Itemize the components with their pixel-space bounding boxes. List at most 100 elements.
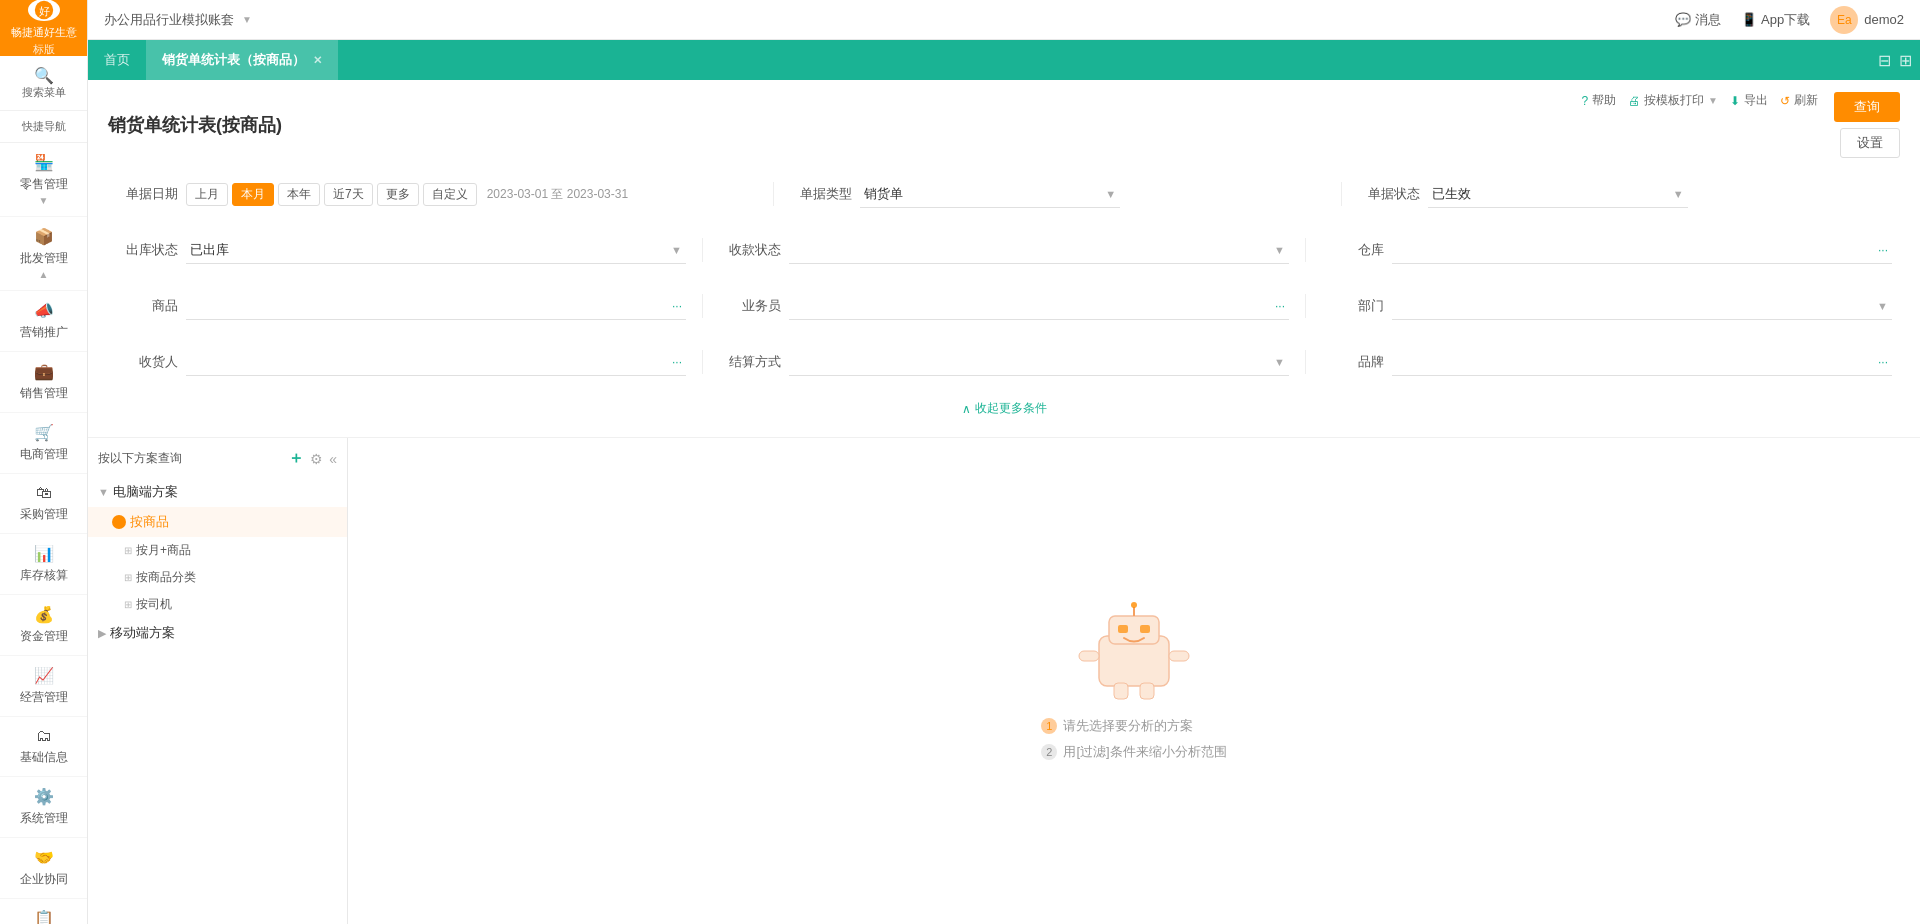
filter-clerk: 业务员 ··· bbox=[711, 286, 1297, 326]
left-panel: 按以下方案查询 ＋ ⚙ « ▼ 电脑端方案 按商品 bbox=[88, 438, 348, 924]
date-btn-last-month[interactable]: 上月 bbox=[186, 183, 228, 206]
refresh-link[interactable]: ↺ 刷新 bbox=[1780, 92, 1818, 109]
sidebar-item-sales[interactable]: 💼 销售管理 bbox=[0, 352, 87, 413]
refresh-label: 刷新 bbox=[1794, 92, 1818, 109]
collect-status-value-wrapper[interactable]: ▼ bbox=[789, 236, 1289, 264]
date-btn-custom[interactable]: 自定义 bbox=[423, 183, 477, 206]
collapse-btn[interactable]: ∧ 收起更多条件 bbox=[962, 394, 1047, 423]
sidebar-item-guide[interactable]: 📋 新手引导 bbox=[0, 899, 87, 924]
top-header-right: 💬 消息 📱 App下载 Ea demo2 bbox=[1675, 6, 1904, 34]
tree-subitem-month-goods-label: 按月+商品 bbox=[136, 542, 191, 559]
sidebar-search[interactable]: 🔍 搜索菜单 bbox=[0, 56, 87, 111]
tree-subitem-goods-category-label: 按商品分类 bbox=[136, 569, 196, 586]
message-label: 消息 bbox=[1695, 11, 1721, 29]
export-link[interactable]: ⬇ 导出 bbox=[1730, 92, 1768, 109]
collect-chevron: ▼ bbox=[1274, 244, 1285, 256]
workspace-name: 办公用品行业模拟账套 bbox=[104, 11, 234, 29]
svg-point-11 bbox=[1131, 602, 1137, 608]
filter-divider-4 bbox=[1305, 238, 1306, 262]
query-button[interactable]: 查询 bbox=[1834, 92, 1900, 122]
tip-num-2: 2 bbox=[1041, 744, 1057, 760]
status-label: 单据状态 bbox=[1358, 185, 1428, 203]
clerk-more-icon[interactable]: ··· bbox=[1275, 299, 1285, 313]
left-panel-add-btn[interactable]: ＋ bbox=[288, 448, 304, 469]
settle-value-wrapper[interactable]: ▼ bbox=[789, 348, 1289, 376]
left-panel-settings-btn[interactable]: ⚙ bbox=[310, 451, 323, 467]
tab-close-btn[interactable]: ✕ bbox=[313, 54, 322, 67]
tree-mobile-header[interactable]: ▶ 移动端方案 bbox=[88, 618, 347, 648]
sidebar-item-finance[interactable]: 💰 资金管理 bbox=[0, 595, 87, 656]
svg-text:好: 好 bbox=[38, 5, 49, 17]
goods-more-icon[interactable]: ··· bbox=[672, 299, 682, 313]
type-value-wrapper[interactable]: 销货单 ▼ bbox=[860, 180, 1120, 208]
filter-divider-8 bbox=[1305, 350, 1306, 374]
app-logo: 好 畅捷通好生意 标版 bbox=[0, 0, 88, 56]
brand-value-wrapper[interactable]: ··· bbox=[1392, 348, 1892, 376]
empty-tip-2: 2 用[过滤]条件来缩小分析范围 bbox=[1041, 743, 1226, 761]
settings-button[interactable]: 设置 bbox=[1840, 128, 1900, 158]
filter-row-3: 商品 ··· 业务员 ··· 部门 bbox=[108, 278, 1900, 334]
out-status-label: 出库状态 bbox=[116, 241, 186, 259]
app-title: 畅捷通好生意 bbox=[11, 25, 77, 40]
sidebar-item-retail[interactable]: 🏪 零售管理 ▼ bbox=[0, 143, 87, 217]
dept-value-wrapper[interactable]: ▼ bbox=[1392, 292, 1892, 320]
sidebar-label-operation: 经营管理 bbox=[20, 689, 68, 706]
sidebar-label-basic: 基础信息 bbox=[20, 749, 68, 766]
sidebar-item-purchase[interactable]: 🛍 采购管理 bbox=[0, 474, 87, 534]
sidebar-item-operation[interactable]: 📈 经营管理 bbox=[0, 656, 87, 717]
app-download-label: App下载 bbox=[1761, 11, 1810, 29]
system-icon: ⚙️ bbox=[34, 787, 54, 806]
date-btn-more[interactable]: 更多 bbox=[377, 183, 419, 206]
message-btn[interactable]: 💬 消息 bbox=[1675, 11, 1721, 29]
tree-item-by-goods[interactable]: 按商品 bbox=[88, 507, 347, 537]
tab-stats[interactable]: 销货单统计表（按商品） ✕ bbox=[146, 40, 338, 80]
brand-more-icon[interactable]: ··· bbox=[1878, 355, 1888, 369]
sidebar-label-ecommerce: 电商管理 bbox=[20, 446, 68, 463]
date-btn-this-year[interactable]: 本年 bbox=[278, 183, 320, 206]
sidebar-label-inventory: 库存核算 bbox=[20, 567, 68, 584]
receiver-value-wrapper[interactable]: ··· bbox=[186, 348, 686, 376]
tree-subitem-driver[interactable]: ⊞ 按司机 bbox=[88, 591, 347, 618]
help-link[interactable]: ? 帮助 bbox=[1581, 92, 1616, 109]
workspace-selector[interactable]: 办公用品行业模拟账套 ▼ bbox=[104, 11, 252, 29]
tab-minimize-btn[interactable]: ⊟ bbox=[1878, 51, 1891, 70]
wholesale-icon: 📦 bbox=[34, 227, 54, 246]
left-panel-actions: ＋ ⚙ « bbox=[288, 448, 337, 469]
receiver-more-icon[interactable]: ··· bbox=[672, 355, 682, 369]
download-icon: 📱 bbox=[1741, 12, 1757, 27]
tab-home[interactable]: 首页 bbox=[88, 40, 146, 80]
sidebar-item-inventory[interactable]: 📊 库存核算 bbox=[0, 534, 87, 595]
status-value-wrapper[interactable]: 已生效 ▼ bbox=[1428, 180, 1688, 208]
tree-desktop-section: ▼ 电脑端方案 按商品 ⊞ 按月+商品 ⊞ 按商品分类 bbox=[88, 477, 347, 618]
left-panel-collapse-btn[interactable]: « bbox=[329, 451, 337, 467]
dept-chevron: ▼ bbox=[1877, 300, 1888, 312]
app-download-btn[interactable]: 📱 App下载 bbox=[1741, 11, 1810, 29]
goods-value-wrapper[interactable]: ··· bbox=[186, 292, 686, 320]
sidebar-item-system[interactable]: ⚙️ 系统管理 bbox=[0, 777, 87, 838]
sidebar-item-marketing[interactable]: 📣 营销推广 bbox=[0, 291, 87, 352]
date-btn-7days[interactable]: 近7天 bbox=[324, 183, 373, 206]
status-chevron-icon: ▼ bbox=[1673, 188, 1684, 200]
print-link[interactable]: 🖨 按模板打印 ▼ bbox=[1628, 92, 1718, 109]
sidebar-item-wholesale[interactable]: 📦 批发管理 ▲ bbox=[0, 217, 87, 291]
tree-subitem-month-goods[interactable]: ⊞ 按月+商品 bbox=[88, 537, 347, 564]
tab-maximize-btn[interactable]: ⊞ bbox=[1899, 51, 1912, 70]
date-btn-this-month[interactable]: 本月 bbox=[232, 183, 274, 206]
filter-type: 单据类型 销货单 ▼ bbox=[782, 174, 1332, 214]
svg-rect-7 bbox=[1169, 651, 1189, 661]
filter-row-1: 单据日期 上月 本月 本年 近7天 更多 自定义 2023-03-01 至 20… bbox=[108, 166, 1900, 222]
type-label: 单据类型 bbox=[790, 185, 860, 203]
sidebar-item-ecommerce[interactable]: 🛒 电商管理 bbox=[0, 413, 87, 474]
warehouse-more-icon[interactable]: ··· bbox=[1878, 243, 1888, 257]
sidebar-item-cooperation[interactable]: 🤝 企业协同 bbox=[0, 838, 87, 899]
tree-mobile-expand-icon: ▶ bbox=[98, 627, 106, 640]
user-menu-btn[interactable]: Ea demo2 bbox=[1830, 6, 1904, 34]
out-status-value-wrapper[interactable]: 已出库 ▼ bbox=[186, 236, 686, 264]
tree-subitem-goods-category[interactable]: ⊞ 按商品分类 bbox=[88, 564, 347, 591]
warehouse-value-wrapper[interactable]: ··· bbox=[1392, 236, 1892, 264]
sidebar-item-basic[interactable]: 🗂 基础信息 bbox=[0, 717, 87, 777]
tree-desktop-header[interactable]: ▼ 电脑端方案 bbox=[88, 477, 347, 507]
sidebar-label-marketing: 营销推广 bbox=[20, 324, 68, 341]
sidebar-quick-nav[interactable]: 快捷导航 bbox=[0, 111, 87, 143]
clerk-value-wrapper[interactable]: ··· bbox=[789, 292, 1289, 320]
